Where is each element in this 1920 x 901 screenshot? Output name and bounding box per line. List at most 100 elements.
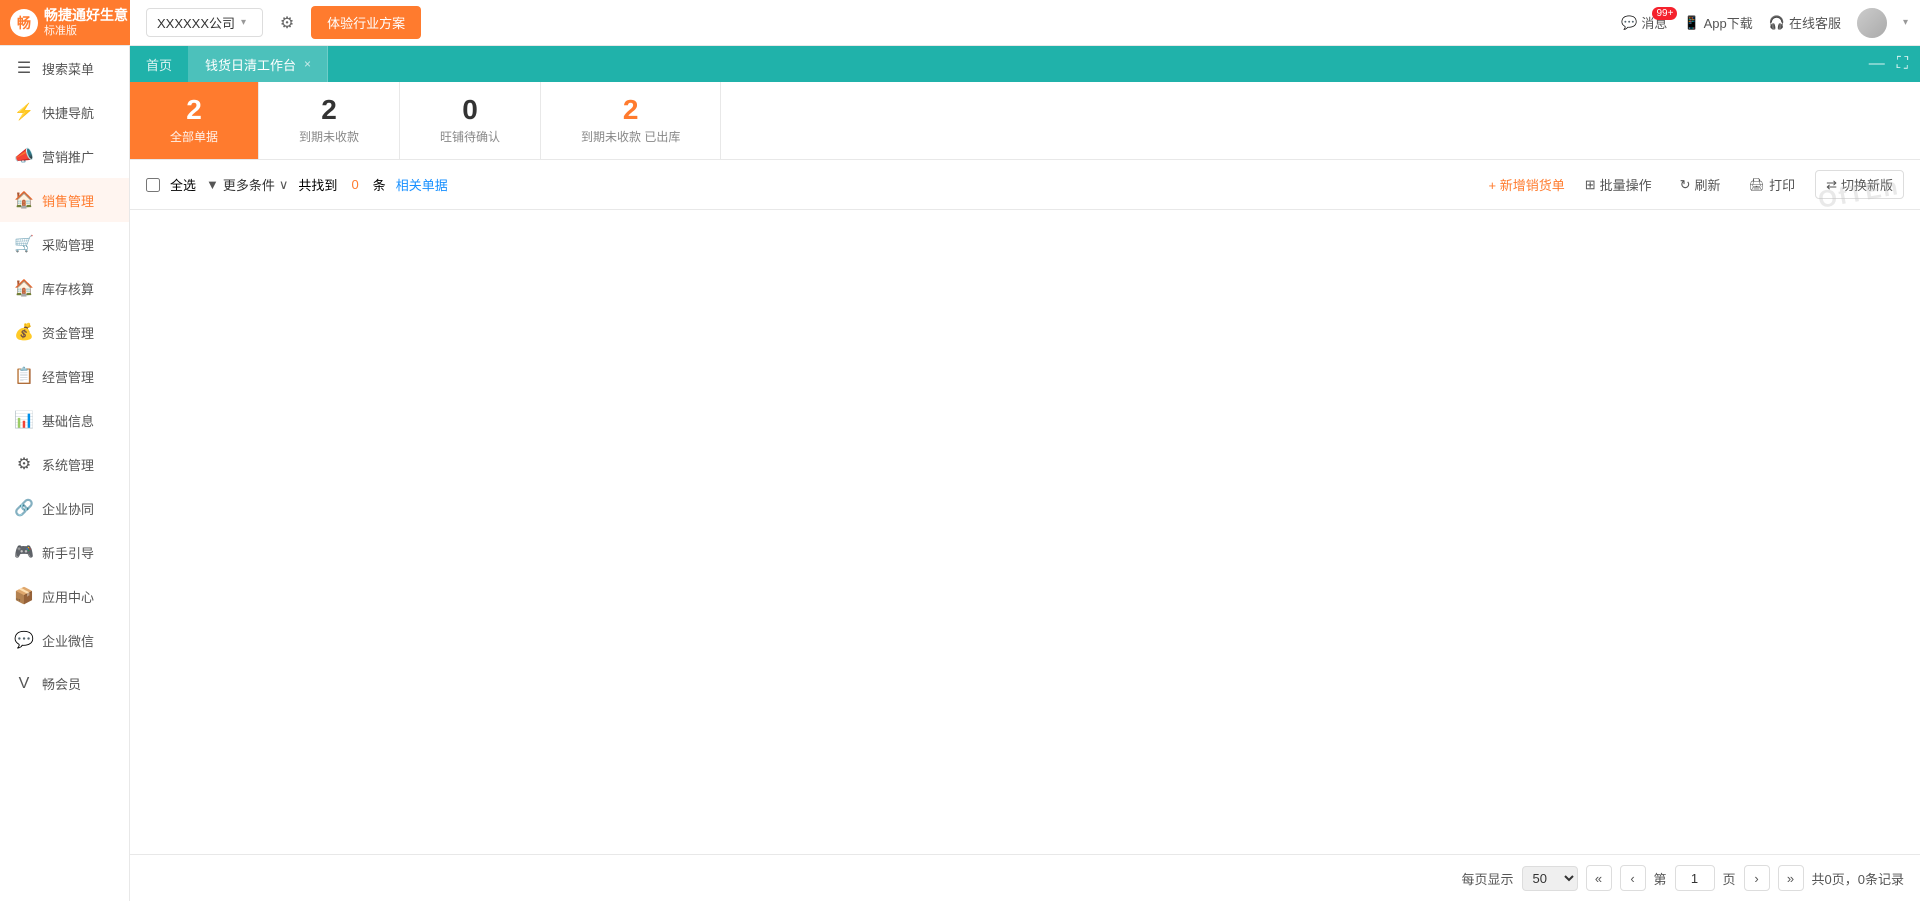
per-page-select[interactable]: 50 20 100 — [1522, 866, 1578, 891]
pagination: 每页显示 50 20 100 « ‹ 第 页 › » 共0页，0条记录 — [130, 854, 1920, 901]
filter-button[interactable]: ▼ 更多条件 ∨ — [206, 175, 288, 194]
sidebar-item-quick-nav[interactable]: ⚡ 快捷导航 — [0, 90, 129, 134]
sidebar-item-member[interactable]: V 畅会员 — [0, 662, 129, 705]
online-service-label: 在线客服 — [1789, 13, 1841, 32]
tab-home[interactable]: 首页 — [130, 46, 189, 82]
stat-label-wangpu-pending: 旺铺待确认 — [440, 128, 500, 145]
app-download-label: App下载 — [1704, 13, 1753, 32]
page-number-input[interactable] — [1675, 865, 1715, 891]
stat-number-all: 2 — [186, 96, 202, 124]
search-menu-icon: ☰ — [14, 58, 34, 78]
trial-button[interactable]: 体验行业方案 — [311, 6, 421, 39]
inventory-icon: 🏠 — [14, 278, 34, 298]
stat-label-overdue-unshipped: 到期未收款 已出库 — [581, 128, 680, 145]
prev-page-icon: ‹ — [1630, 871, 1634, 886]
online-service-item[interactable]: 🎧 在线客服 — [1769, 13, 1841, 32]
settings-button[interactable]: ⚙ — [271, 7, 303, 39]
toolbar-right: + 新增销货单 ⊞ 批量操作 ↻ 刷新 🖨 打印 ⇄ 切换新版 — [1488, 170, 1904, 199]
sidebar-item-basic-info[interactable]: 📊 基础信息 — [0, 398, 129, 442]
toolbar-left: 全选 ▼ 更多条件 ∨ 共找到 0 条 相关单据 — [146, 175, 1476, 194]
sidebar-label-system: 系统管理 — [42, 455, 94, 474]
app-download-item[interactable]: 📱 App下载 — [1683, 13, 1752, 32]
sidebar-item-operation[interactable]: 📋 经营管理 — [0, 354, 129, 398]
chevron-down-icon: ▾ — [241, 17, 246, 28]
first-page-icon: « — [1595, 871, 1602, 886]
print-icon: 🖨 — [1749, 177, 1766, 193]
tab-close-icon[interactable]: × — [304, 57, 311, 71]
logo-text: 畅捷通好生意 标准版 — [44, 6, 128, 38]
prev-page-button[interactable]: ‹ — [1620, 865, 1646, 891]
phone-icon: 📱 — [1683, 15, 1699, 31]
first-page-button[interactable]: « — [1586, 865, 1612, 891]
stat-card-overdue-uncollected[interactable]: 2 到期未收款 — [259, 82, 400, 159]
maximize-icon[interactable]: ⛶ — [1897, 55, 1908, 73]
batch-operation-button[interactable]: ⊞ 批量操作 — [1577, 171, 1660, 198]
main-content: 2 全部单据 2 到期未收款 0 旺铺待确认 2 到期未收款 已出库 全选 ▼ … — [130, 82, 1920, 901]
tab-cashflow[interactable]: 钱货日清工作台 × — [189, 46, 328, 82]
sidebar-item-search-menu[interactable]: ☰ 搜索菜单 — [0, 46, 129, 90]
page-label: 第 — [1654, 869, 1667, 888]
tab-cashflow-label: 钱货日清工作台 — [205, 55, 296, 74]
stats-row: 2 全部单据 2 到期未收款 0 旺铺待确认 2 到期未收款 已出库 — [130, 82, 1920, 160]
message-icon: 💬 — [1621, 15, 1637, 31]
stat-card-overdue-unshipped[interactable]: 2 到期未收款 已出库 — [541, 82, 721, 159]
logo-sub-text: 标准版 — [44, 24, 128, 38]
tab-bar: 首页 钱货日清工作台 × — ⛶ — [130, 46, 1920, 82]
sidebar-label-operation: 经营管理 — [42, 367, 94, 386]
minimize-icon[interactable]: — — [1869, 55, 1885, 73]
stat-card-wangpu-pending[interactable]: 0 旺铺待确认 — [400, 82, 541, 159]
refresh-button[interactable]: ↻ 刷新 — [1672, 171, 1729, 198]
page-suffix: 页 — [1723, 869, 1736, 888]
sidebar-item-sales[interactable]: 🏠 销售管理 — [0, 178, 129, 222]
guide-icon: 🎮 — [14, 542, 34, 562]
basic-info-icon: 📊 — [14, 410, 34, 430]
company-selector[interactable]: XXXXXX公司 ▾ — [146, 8, 263, 37]
message-item[interactable]: 💬 消息 99+ — [1621, 13, 1667, 32]
logo-main-text: 畅捷通好生意 — [44, 6, 128, 24]
header-right: 💬 消息 99+ 📱 App下载 🎧 在线客服 ▾ — [1621, 8, 1908, 38]
switch-version-button[interactable]: ⇄ 切换新版 — [1815, 170, 1904, 199]
sidebar-item-app-center[interactable]: 📦 应用中心 — [0, 574, 129, 618]
sidebar-item-marketing[interactable]: 📣 营销推广 — [0, 134, 129, 178]
batch-label: 批量操作 — [1600, 175, 1652, 194]
sidebar-label-sales: 销售管理 — [42, 191, 94, 210]
switch-icon: ⇄ — [1826, 177, 1837, 193]
sidebar-item-finance[interactable]: 💰 资金管理 — [0, 310, 129, 354]
quick-nav-icon: ⚡ — [14, 102, 34, 122]
sidebar-item-wechat[interactable]: 💬 企业微信 — [0, 618, 129, 662]
sidebar-item-purchase[interactable]: 🛒 采购管理 — [0, 222, 129, 266]
sidebar-item-enterprise[interactable]: 🔗 企业协同 — [0, 486, 129, 530]
headset-icon: 🎧 — [1769, 15, 1785, 31]
operation-icon: 📋 — [14, 366, 34, 386]
avatar[interactable] — [1857, 8, 1887, 38]
select-all-checkbox[interactable] — [146, 178, 160, 192]
last-page-button[interactable]: » — [1778, 865, 1804, 891]
tab-home-label: 首页 — [146, 55, 172, 74]
wechat-icon: 💬 — [14, 630, 34, 650]
sidebar: ☰ 搜索菜单 ⚡ 快捷导航 📣 营销推广 🏠 销售管理 🛒 采购管理 🏠 库存核… — [0, 46, 130, 901]
tab-right-actions: — ⛶ — [1869, 55, 1920, 73]
sidebar-item-guide[interactable]: 🎮 新手引导 — [0, 530, 129, 574]
print-button[interactable]: 🖨 打印 — [1741, 171, 1804, 198]
stat-card-all[interactable]: 2 全部单据 — [130, 82, 259, 159]
add-sale-order-button[interactable]: + 新增销货单 — [1488, 175, 1564, 194]
logo-area: 畅 畅捷通好生意 标准版 — [0, 0, 130, 45]
stat-number-overdue-unshipped: 2 — [623, 96, 639, 124]
logo-icon: 畅 — [10, 9, 38, 37]
user-dropdown[interactable]: ▾ — [1903, 17, 1908, 28]
top-header: 畅 畅捷通好生意 标准版 XXXXXX公司 ▾ ⚙ 体验行业方案 💬 消息 99… — [0, 0, 1920, 46]
sidebar-item-inventory[interactable]: 🏠 库存核算 — [0, 266, 129, 310]
message-badge: 99+ — [1652, 7, 1677, 20]
sidebar-label-finance: 资金管理 — [42, 323, 94, 342]
table-area — [130, 210, 1920, 854]
sidebar-label-app-center: 应用中心 — [42, 587, 94, 606]
print-label: 打印 — [1769, 175, 1795, 194]
gear-icon: ⚙ — [280, 13, 294, 33]
chevron-down-icon: ▾ — [1903, 17, 1908, 28]
related-documents-link[interactable]: 相关单据 — [396, 175, 448, 194]
next-page-icon: › — [1754, 871, 1758, 886]
sidebar-item-system[interactable]: ⚙ 系统管理 — [0, 442, 129, 486]
marketing-icon: 📣 — [14, 146, 34, 166]
next-page-button[interactable]: › — [1744, 865, 1770, 891]
select-all-label: 全选 — [170, 175, 196, 194]
